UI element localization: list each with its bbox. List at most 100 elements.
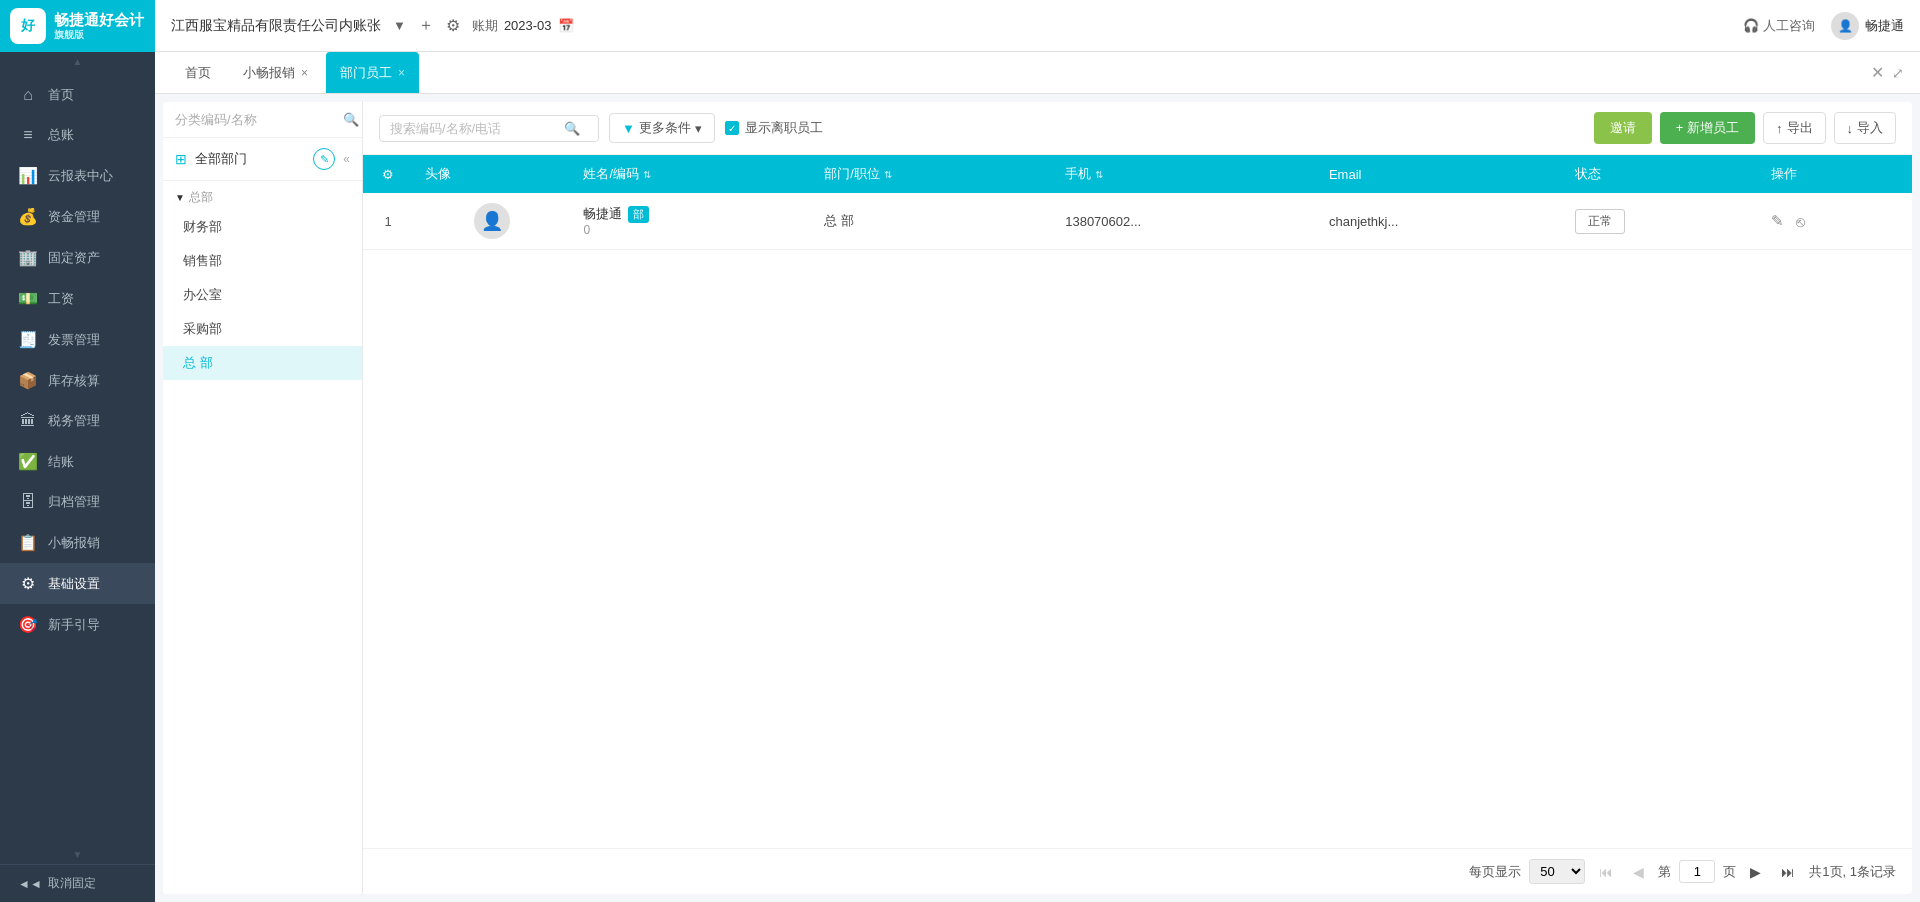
inventory-icon: 📦 — [18, 371, 38, 390]
tab-employees-close[interactable]: × — [398, 66, 405, 80]
person-silhouette-icon: 👤 — [481, 210, 503, 232]
check-mark-icon: ✓ — [728, 123, 736, 134]
collapse-tree-icon[interactable]: « — [343, 152, 350, 166]
invite-button[interactable]: 邀请 — [1594, 112, 1652, 144]
sidebar-item-archive[interactable]: 🗄 归档管理 — [0, 482, 155, 522]
employee-search-icon[interactable]: 🔍 — [564, 121, 580, 136]
company-dropdown-icon[interactable]: ▼ — [393, 18, 406, 33]
filter-button[interactable]: ▼ 更多条件 ▾ — [609, 113, 715, 143]
tab-expense-close[interactable]: × — [301, 66, 308, 80]
page-total: 共1页, 1条记录 — [1809, 863, 1896, 881]
employee-code: 0 — [583, 223, 800, 237]
dept-item-finance[interactable]: 财务部 — [163, 210, 362, 244]
tab-expense[interactable]: 小畅报销 × — [229, 52, 322, 93]
sidebar-item-closing[interactable]: ✅ 结账 — [0, 441, 155, 482]
prev-page-button[interactable]: ◀ — [1627, 862, 1650, 882]
dept-search-input[interactable] — [175, 112, 343, 127]
col-phone[interactable]: 手机 ⇅ — [1053, 155, 1317, 193]
export-button[interactable]: ↑ 导出 — [1763, 112, 1826, 144]
triangle-down-icon: ▼ — [175, 192, 185, 203]
import-icon: ↓ — [1847, 121, 1854, 136]
next-page-button[interactable]: ▶ — [1744, 862, 1767, 882]
avatar: 👤 — [1831, 12, 1859, 40]
user-info[interactable]: 👤 畅捷通 — [1831, 12, 1904, 40]
company-settings-icon[interactable]: ⚙ — [446, 16, 460, 35]
add-employee-button[interactable]: + 新增员工 — [1660, 112, 1755, 144]
add-company-icon[interactable]: ＋ — [418, 15, 434, 36]
sidebar-item-guide[interactable]: 🎯 新手引导 — [0, 604, 155, 645]
sidebar-item-tax[interactable]: 🏛 税务管理 — [0, 401, 155, 441]
dept-item-office[interactable]: 办公室 — [163, 278, 362, 312]
sidebar-item-assets[interactable]: 🏢 固定资产 — [0, 237, 155, 278]
sidebar-item-expense[interactable]: 📋 小畅报销 — [0, 522, 155, 563]
assets-icon: 🏢 — [18, 248, 38, 267]
sidebar-item-ledger[interactable]: ≡ 总账 — [0, 115, 155, 155]
table-settings-icon[interactable]: ⚙ — [382, 167, 394, 182]
main-content: 江西服宝精品有限责任公司内账张 ▼ ＋ ⚙ 账期 2023-03 📅 🎧 人工咨… — [155, 0, 1920, 902]
row-avatar: 👤 — [413, 193, 571, 250]
col-name[interactable]: 姓名/编码 ⇅ — [571, 155, 812, 193]
pagination: 每页显示 50 100 200 ⏮ ◀ 第 页 ▶ ⏭ 共1页, 1条记录 — [363, 848, 1912, 894]
support-button[interactable]: 🎧 人工咨询 — [1743, 17, 1815, 35]
show-resigned-checkbox[interactable]: ✓ 显示离职员工 — [725, 119, 823, 137]
page-label: 页 — [1723, 863, 1736, 881]
expense-icon: 📋 — [18, 533, 38, 552]
col-email: Email — [1317, 155, 1564, 193]
first-page-button[interactable]: ⏮ — [1593, 862, 1619, 882]
scroll-up[interactable]: ▲ — [0, 52, 155, 71]
calendar-icon[interactable]: 📅 — [558, 18, 574, 33]
col-dept[interactable]: 部门/职位 ⇅ — [812, 155, 1053, 193]
sidebar-item-payroll[interactable]: 💵 工资 — [0, 278, 155, 319]
department-tree: 🔍 ⊞ 全部部门 ✎ « ▼ 总部 财务部 销售部 — [163, 102, 363, 894]
grid-icon: ⊞ — [175, 151, 187, 167]
page-label-pre: 第 — [1658, 863, 1671, 881]
scroll-down[interactable]: ▼ — [0, 845, 155, 864]
last-page-button[interactable]: ⏭ — [1775, 862, 1801, 882]
dept-item-sales[interactable]: 销售部 — [163, 244, 362, 278]
invoice-icon: 🧾 — [18, 330, 38, 349]
sidebar-item-funds[interactable]: 💰 资金管理 — [0, 196, 155, 237]
sidebar-item-invoice[interactable]: 🧾 发票管理 — [0, 319, 155, 360]
guide-icon: 🎯 — [18, 615, 38, 634]
company-name: 江西服宝精品有限责任公司内账张 — [171, 17, 381, 35]
dept-search-icon[interactable]: 🔍 — [343, 112, 359, 127]
employee-toolbar: 🔍 ▼ 更多条件 ▾ ✓ 显示离职员工 邀请 + 新增员工 — [363, 102, 1912, 155]
sidebar-item-inventory[interactable]: 📦 库存核算 — [0, 360, 155, 401]
name-cell: 畅捷通 部 — [583, 205, 800, 223]
tab-home-label: 首页 — [185, 64, 211, 82]
unpin-button[interactable]: ◄◄ 取消固定 — [0, 864, 155, 902]
col-avatar: 头像 — [413, 155, 571, 193]
action-buttons: ✎ ⎋ — [1771, 212, 1900, 230]
expand-panel-icon[interactable]: ⤢ — [1892, 65, 1904, 81]
page-size-select[interactable]: 50 100 200 — [1529, 859, 1585, 884]
payroll-icon: 💵 — [18, 289, 38, 308]
dept-item-general[interactable]: 总 部 — [163, 346, 362, 380]
edit-employee-icon[interactable]: ✎ — [1771, 212, 1784, 230]
sidebar-item-reports[interactable]: 📊 云报表中心 — [0, 155, 155, 196]
sort-phone-icon: ⇅ — [1095, 169, 1103, 180]
avatar-cell: 👤 — [425, 203, 559, 239]
employee-search-input[interactable] — [390, 121, 558, 136]
page-size-label: 每页显示 — [1469, 863, 1521, 881]
tab-bar: 首页 小畅报销 × 部门员工 × ✕ ⤢ — [155, 52, 1920, 94]
header-right: 🎧 人工咨询 👤 畅捷通 — [1743, 12, 1904, 40]
logout-employee-icon[interactable]: ⎋ — [1796, 213, 1805, 230]
tab-employees[interactable]: 部门员工 × — [326, 52, 419, 93]
import-button[interactable]: ↓ 导入 — [1834, 112, 1897, 144]
pin-icon: ◄◄ — [18, 877, 42, 891]
sidebar-item-settings[interactable]: ⚙ 基础设置 — [0, 563, 155, 604]
page-number-input[interactable] — [1679, 860, 1715, 883]
sidebar-item-home[interactable]: ⌂ 首页 — [0, 75, 155, 115]
logo-text: 畅捷通好会计 旗舰版 — [54, 11, 144, 41]
headset-icon: 🎧 — [1743, 18, 1759, 33]
ledger-icon: ≡ — [18, 126, 38, 144]
close-panel-icon[interactable]: ✕ — [1871, 63, 1884, 82]
top-header: 江西服宝精品有限责任公司内账张 ▼ ＋ ⚙ 账期 2023-03 📅 🎧 人工咨… — [155, 0, 1920, 52]
export-icon: ↑ — [1776, 121, 1783, 136]
tab-home[interactable]: 首页 — [171, 52, 225, 93]
dept-item-purchase[interactable]: 采购部 — [163, 312, 362, 346]
dept-edit-button[interactable]: ✎ — [313, 148, 335, 170]
home-icon: ⌂ — [18, 86, 38, 104]
resigned-checkbox[interactable]: ✓ — [725, 121, 739, 135]
user-name: 畅捷通 — [1865, 17, 1904, 35]
